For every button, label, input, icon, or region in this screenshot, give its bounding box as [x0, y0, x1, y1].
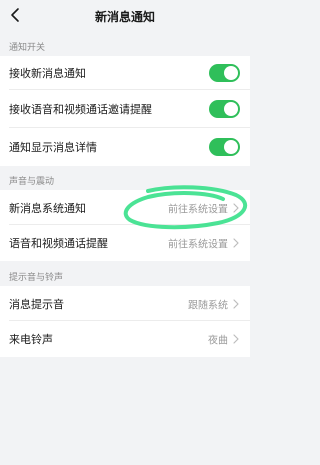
- page-title: 新消息通知: [94, 10, 155, 24]
- row-label: 消息提示音: [9, 297, 64, 311]
- row-show-message-details: 通知显示消息详情: [0, 128, 250, 166]
- notify-card: 接收新消息通知 接收语音和视频通话邀请提醒 通知显示消息详情: [0, 56, 250, 166]
- row-label: 来电铃声: [9, 333, 53, 346]
- row-system-notification[interactable]: 新消息系统通知 前往系统设置: [0, 190, 250, 225]
- row-message-tone[interactable]: 消息提示音 跟随系统: [0, 286, 250, 321]
- toggle-knob: [224, 140, 238, 154]
- row-label: 接收新消息通知: [9, 67, 86, 80]
- notification-settings-screen: 新消息通知 通知开关 接收新消息通知 接收语音和视频通话邀请提醒 通知显示消息详…: [0, 0, 250, 465]
- row-call-invite-reminder: 接收语音和视频通话邀请提醒: [0, 90, 250, 128]
- toggle-knob: [224, 102, 238, 116]
- section-header-sound: 声音与震动: [9, 177, 55, 187]
- chevron-right-icon: [233, 298, 239, 309]
- receive-messages-toggle[interactable]: [209, 64, 240, 82]
- row-label: 通知显示消息详情: [9, 141, 97, 154]
- section-header-notify: 通知开关: [9, 43, 46, 53]
- row-ringtone[interactable]: 来电铃声 夜曲: [0, 321, 250, 357]
- row-call-reminder[interactable]: 语音和视频通话提醒 前往系统设置: [0, 225, 250, 261]
- show-details-toggle[interactable]: [209, 138, 240, 156]
- call-invite-toggle[interactable]: [209, 100, 240, 118]
- nav-bar: 新消息通知: [0, 0, 250, 32]
- row-value: 跟随系统: [188, 300, 228, 311]
- row-receive-new-messages: 接收新消息通知: [0, 56, 250, 90]
- row-value: 夜曲: [208, 335, 228, 347]
- row-label: 接收语音和视频通话邀请提醒: [9, 103, 152, 116]
- row-label: 语音和视频通话提醒: [9, 237, 108, 250]
- row-value: 前往系统设置: [168, 239, 228, 251]
- chevron-right-icon: [233, 334, 239, 344]
- chevron-right-icon: [233, 202, 239, 213]
- ringtone-card: 消息提示音 跟随系统 来电铃声 夜曲: [0, 286, 250, 357]
- row-value: 前往系统设置: [168, 204, 228, 215]
- row-label: 新消息系统通知: [9, 201, 86, 215]
- toggle-knob: [224, 66, 238, 80]
- sound-card: 新消息系统通知 前往系统设置 语音和视频通话提醒 前往系统设置: [0, 190, 250, 261]
- chevron-right-icon: [233, 238, 239, 248]
- section-header-ringtone: 提示音与铃声: [9, 273, 64, 283]
